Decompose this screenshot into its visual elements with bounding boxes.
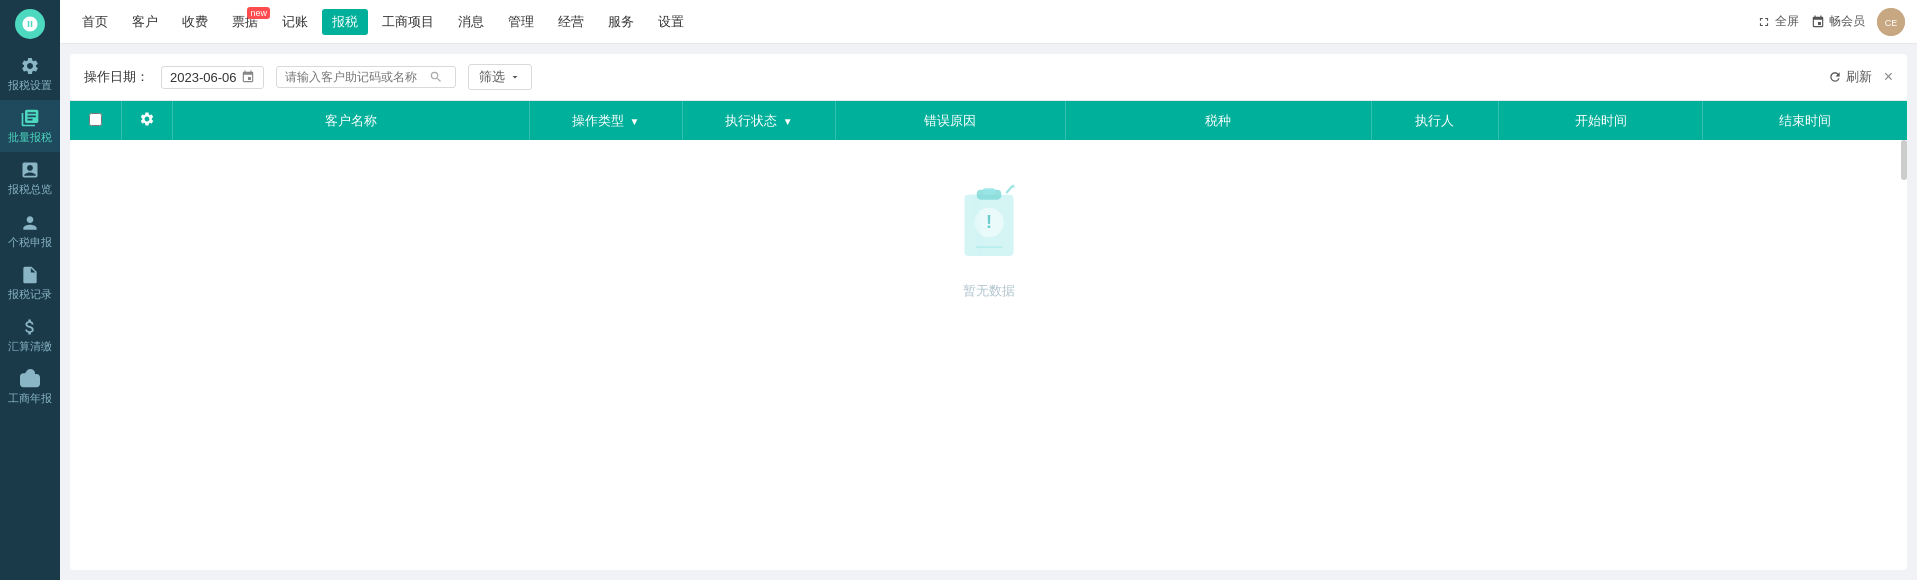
- ops-filter-icon: ▼: [630, 116, 640, 127]
- empty-illustration: !: [944, 180, 1034, 270]
- nav-service[interactable]: 服务: [598, 9, 644, 35]
- th-executor: 执行人: [1371, 101, 1499, 140]
- data-table: 客户名称 操作类型 ▼ 执行状态 ▼ 错误原因: [70, 101, 1907, 140]
- sidebar-item-settlement-label: 汇算清缴: [8, 340, 52, 353]
- scrollbar[interactable]: [1901, 140, 1907, 180]
- refresh-icon: [1828, 70, 1842, 84]
- th-error-reason: 错误原因: [835, 101, 1065, 140]
- nav-management[interactable]: 管理: [498, 9, 544, 35]
- fullscreen-btn[interactable]: 全屏: [1757, 13, 1799, 30]
- table-body-area: ! 暂无数据: [70, 140, 1907, 570]
- sidebar-item-settlement[interactable]: 汇算清缴: [0, 309, 60, 361]
- nav-business[interactable]: 工商项目: [372, 9, 444, 35]
- member-label: 畅会员: [1829, 13, 1865, 30]
- toolbar-right: 刷新 ×: [1828, 68, 1893, 86]
- nav-billing[interactable]: 收费: [172, 9, 218, 35]
- logo-icon: [15, 9, 45, 39]
- invoice-badge: new: [247, 7, 270, 20]
- date-picker[interactable]: 2023-06-06: [161, 66, 264, 89]
- sidebar-item-tax-settings-label: 报税设置: [8, 79, 52, 92]
- member-icon: [1811, 15, 1825, 29]
- search-input[interactable]: [285, 70, 425, 84]
- nav-settings[interactable]: 设置: [648, 9, 694, 35]
- th-end-time: 结束时间: [1703, 101, 1907, 140]
- calendar-icon: [241, 70, 255, 84]
- sidebar-item-personal-tax[interactable]: 个税申报: [0, 205, 60, 257]
- refresh-label: 刷新: [1846, 68, 1872, 86]
- top-nav: 首页 客户 收费 票据 new 记账 报税 工商项目 消息: [60, 0, 1917, 44]
- date-label: 操作日期：: [84, 68, 149, 86]
- nav-messages[interactable]: 消息: [448, 9, 494, 35]
- refresh-button[interactable]: 刷新: [1828, 68, 1872, 86]
- sidebar-item-personal-tax-label: 个税申报: [8, 236, 52, 249]
- logo: [0, 0, 60, 48]
- th-settings[interactable]: [121, 101, 172, 140]
- date-value: 2023-06-06: [170, 70, 237, 85]
- sidebar-item-tax-settings[interactable]: 报税设置: [0, 48, 60, 100]
- nav-items: 首页 客户 收费 票据 new 记账 报税 工商项目 消息: [72, 9, 1757, 35]
- svg-text:CE: CE: [1885, 17, 1898, 27]
- close-button[interactable]: ×: [1884, 69, 1893, 85]
- member-btn[interactable]: 畅会员: [1811, 13, 1865, 30]
- table-header-row: 客户名称 操作类型 ▼ 执行状态 ▼ 错误原因: [70, 101, 1907, 140]
- svg-text:!: !: [986, 212, 992, 232]
- filter-label: 筛选: [479, 68, 505, 86]
- nav-tax[interactable]: 报税: [322, 9, 368, 35]
- th-start-time: 开始时间: [1499, 101, 1703, 140]
- fullscreen-label: 全屏: [1775, 13, 1799, 30]
- fullscreen-icon: [1757, 15, 1771, 29]
- search-box[interactable]: [276, 66, 456, 88]
- th-checkbox[interactable]: [70, 101, 121, 140]
- svg-line-8: [1007, 187, 1012, 193]
- nav-finance[interactable]: 经营: [548, 9, 594, 35]
- sidebar-item-annual-report-label: 工商年报: [8, 392, 52, 405]
- sidebar-item-tax-overview-label: 报税总览: [8, 183, 52, 196]
- nav-invoice[interactable]: 票据 new: [222, 9, 268, 35]
- nav-home[interactable]: 首页: [72, 9, 118, 35]
- table-container: 操作日期： 2023-06-06 筛选 刷新: [70, 54, 1907, 570]
- empty-text: 暂无数据: [963, 282, 1015, 300]
- empty-state: ! 暂无数据: [70, 140, 1907, 340]
- sidebar-item-tax-records-label: 报税记录: [8, 288, 52, 301]
- content-area: 操作日期： 2023-06-06 筛选 刷新: [60, 44, 1917, 580]
- sidebar-item-annual-report[interactable]: 工商年报: [0, 361, 60, 413]
- th-exec-status[interactable]: 执行状态 ▼: [682, 101, 835, 140]
- column-settings-icon: [139, 111, 155, 127]
- select-all-checkbox[interactable]: [89, 113, 102, 126]
- search-icon: [429, 70, 443, 84]
- nav-right: 全屏 畅会员 CE: [1757, 8, 1905, 36]
- sidebar: 报税设置 批量报税 报税总览 个税申报 报税记录 汇算清缴 工商年报: [0, 0, 60, 580]
- sidebar-item-tax-records[interactable]: 报税记录: [0, 257, 60, 309]
- svg-rect-5: [982, 188, 995, 195]
- toolbar: 操作日期： 2023-06-06 筛选 刷新: [70, 54, 1907, 101]
- nav-bookkeeping[interactable]: 记账: [272, 9, 318, 35]
- sidebar-item-batch-tax[interactable]: 批量报税: [0, 100, 60, 152]
- sidebar-item-batch-tax-label: 批量报税: [8, 131, 52, 144]
- th-customer-name: 客户名称: [172, 101, 529, 140]
- avatar[interactable]: CE: [1877, 8, 1905, 36]
- nav-customer[interactable]: 客户: [122, 9, 168, 35]
- main-area: 首页 客户 收费 票据 new 记账 报税 工商项目 消息: [60, 0, 1917, 580]
- status-filter-icon: ▼: [783, 116, 793, 127]
- th-ops-type[interactable]: 操作类型 ▼: [529, 101, 682, 140]
- th-tax-type: 税种: [1065, 101, 1371, 140]
- filter-button[interactable]: 筛选: [468, 64, 532, 90]
- chevron-down-icon: [509, 71, 521, 83]
- sidebar-item-tax-overview[interactable]: 报税总览: [0, 152, 60, 204]
